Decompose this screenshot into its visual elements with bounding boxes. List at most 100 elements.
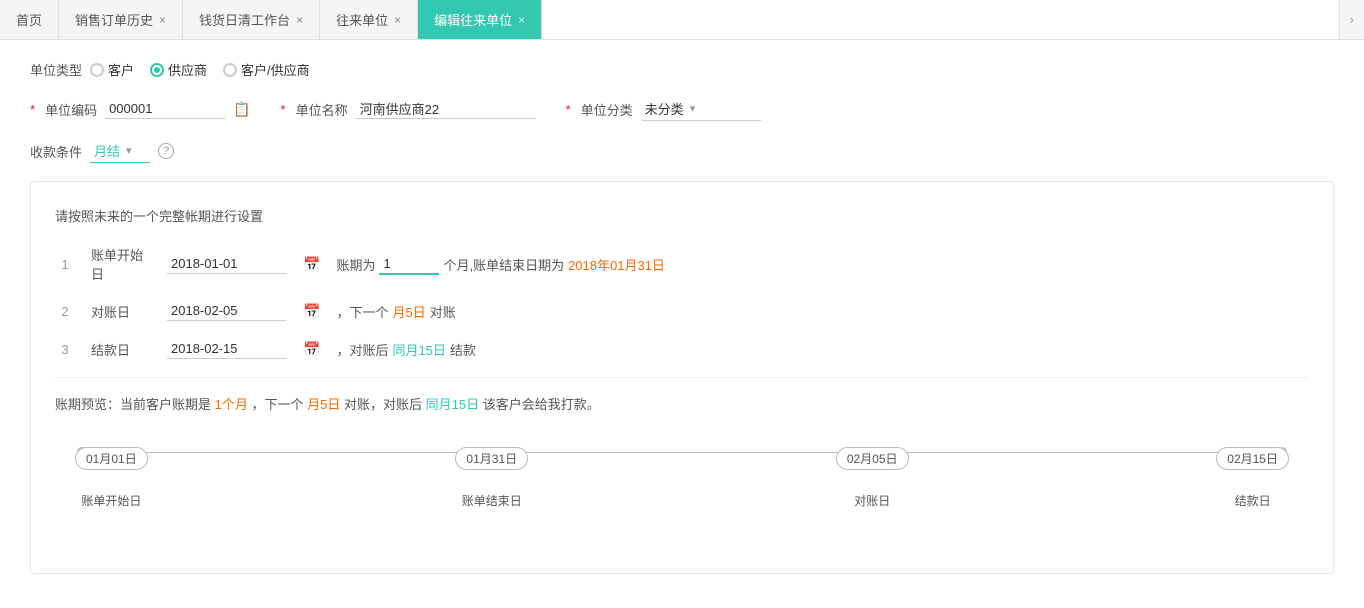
tab-edit-partner[interactable]: 编辑往来单位 × — [418, 0, 542, 39]
tab-cash-workbench[interactable]: 钱货日清工作台 × — [183, 0, 320, 39]
payment-terms-row: 收款条件 月结 ▾ ? — [30, 139, 1334, 163]
preview-text2: 对账，对账后 — [344, 397, 422, 412]
preview-highlight2: 月5日 — [307, 397, 340, 412]
unit-category-select[interactable]: 未分类 ▾ — [641, 97, 761, 121]
step-1-period-unit: 个月,账单结束日期为 — [443, 255, 564, 274]
radio-supplier-circle — [150, 63, 164, 77]
chevron-right-icon: › — [1350, 12, 1354, 27]
panel-hint: 请按照未来的一个完整帐期进行设置 — [55, 206, 1309, 225]
radio-both-circle — [223, 63, 237, 77]
step-1-period-label: 账期为 — [336, 255, 375, 274]
unit-info-row: * 单位编码 📋 * 单位名称 * 单位分类 未分类 ▾ — [30, 97, 1334, 121]
step-row-2: 2 对账日 📅 ，下一个 月5日 对账 — [55, 301, 1309, 321]
step-3-highlight: 同月15日 — [392, 340, 445, 359]
tab-sales-order-history[interactable]: 销售订单历史 × — [59, 0, 183, 39]
step-1-end-date: 2018年01月31日 — [568, 255, 665, 274]
unit-type-field: 单位类型 客户 供应商 客户/供应商 — [30, 60, 310, 79]
step-3-desc-prefix: ，对账后 — [336, 340, 388, 359]
step-1-desc: 账期为 个月,账单结束日期为 2018年01月31日 — [336, 254, 664, 275]
radio-supplier[interactable]: 供应商 — [150, 60, 207, 79]
close-tab-partner-units[interactable]: × — [394, 13, 401, 27]
tab-home[interactable]: 首页 — [0, 0, 59, 39]
unit-name-field: * 单位名称 — [281, 99, 536, 119]
radio-supplier-label: 供应商 — [168, 60, 207, 79]
unit-category-chevron: ▾ — [690, 102, 696, 115]
close-tab-edit-partner[interactable]: × — [518, 13, 525, 27]
unit-type-label: 单位类型 — [30, 60, 82, 79]
step-2-desc-suffix: 对账 — [430, 302, 456, 321]
node-2-date: 01月31日 — [455, 447, 528, 470]
unit-name-label: 单位名称 — [296, 100, 348, 119]
period-input[interactable] — [379, 254, 439, 275]
preview-text: 账期预览：当前客户账期是 1个月 ，下一个 月5日 对账，对账后 同月15日 该… — [55, 394, 1309, 413]
step-3-desc: ，对账后 同月15日 结款 — [336, 340, 476, 359]
close-tab-cash-workbench[interactable]: × — [296, 13, 303, 27]
step-3-date-input[interactable] — [167, 339, 287, 359]
step-2-date-input[interactable] — [167, 301, 287, 321]
close-tab-sales-order-history[interactable]: × — [159, 13, 166, 27]
preview-highlight1: 1个月 — [215, 397, 248, 412]
preview-label: 账期预览：当前客户账期是 — [55, 397, 211, 412]
unit-code-label: 单位编码 — [45, 100, 97, 119]
node-4-date: 02月15日 — [1216, 447, 1289, 470]
unit-category-label: 单位分类 — [581, 100, 633, 119]
unit-name-input[interactable] — [356, 99, 536, 119]
step-row-1: 1 账单开始日 📅 账期为 个月,账单结束日期为 2018年01月31日 — [55, 245, 1309, 283]
radio-customer[interactable]: 客户 — [90, 60, 134, 79]
main-content: 单位类型 客户 供应商 客户/供应商 * 单位编码 — [0, 40, 1364, 608]
payment-terms-select[interactable]: 月结 ▾ — [90, 139, 150, 163]
radio-customer-circle — [90, 63, 104, 77]
timeline-container: 01月01日 账单开始日 01月31日 账单结束日 02月05日 对账 — [55, 433, 1309, 549]
unit-name-required: * — [281, 102, 286, 117]
timeline-node-3: 02月05日 对账日 — [836, 447, 909, 509]
step-3-cal-icon[interactable]: 📅 — [303, 341, 320, 358]
payment-terms-label: 收款条件 — [30, 142, 82, 161]
timeline-node-2: 01月31日 账单结束日 — [455, 447, 528, 509]
step-2-desc: ，下一个 月5日 对账 — [336, 302, 455, 321]
step-1-date-input[interactable] — [167, 254, 287, 274]
unit-type-row: 单位类型 客户 供应商 客户/供应商 — [30, 60, 1334, 79]
node-4-label: 结款日 — [1235, 492, 1271, 509]
node-3-date: 02月05日 — [836, 447, 909, 470]
radio-both-label: 客户/供应商 — [241, 60, 310, 79]
tabs-scroll-arrow[interactable]: › — [1339, 0, 1364, 39]
step-label-2: 对账日 — [91, 302, 151, 321]
unit-type-radio-group: 客户 供应商 客户/供应商 — [90, 60, 310, 79]
help-icon[interactable]: ? — [158, 143, 174, 159]
unit-category-value: 未分类 — [645, 99, 684, 118]
node-1-date: 01月01日 — [75, 447, 148, 470]
unit-code-required: * — [30, 102, 35, 117]
step-row-3: 3 结款日 📅 ，对账后 同月15日 结款 — [55, 339, 1309, 359]
unit-code-input[interactable] — [105, 99, 225, 119]
payment-terms-field: 收款条件 月结 ▾ ? — [30, 139, 174, 163]
step-2-desc-prefix: ，下一个 — [336, 302, 388, 321]
settings-panel: 请按照未来的一个完整帐期进行设置 1 账单开始日 📅 账期为 个月,账单结束日期… — [30, 181, 1334, 574]
radio-both[interactable]: 客户/供应商 — [223, 60, 310, 79]
payment-terms-value: 月结 — [94, 141, 120, 160]
step-3-desc-suffix: 结款 — [450, 340, 476, 359]
step-2-cal-icon[interactable]: 📅 — [303, 303, 320, 320]
tab-partner-units[interactable]: 往来单位 × — [320, 0, 418, 39]
preview-text3: 该客户会给我打款。 — [483, 397, 600, 412]
radio-customer-label: 客户 — [108, 60, 134, 79]
step-2-highlight: 月5日 — [392, 302, 425, 321]
node-3-label: 对账日 — [854, 492, 890, 509]
unit-category-field: * 单位分类 未分类 ▾ — [566, 97, 761, 121]
step-label-1: 账单开始日 — [91, 245, 151, 283]
timeline-node-4: 02月15日 结款日 — [1216, 447, 1289, 509]
step-num-1: 1 — [55, 257, 75, 272]
preview-text1: ，下一个 — [252, 397, 304, 412]
node-2-label: 账单结束日 — [462, 492, 522, 509]
node-1-label: 账单开始日 — [81, 492, 141, 509]
unit-category-required: * — [566, 102, 571, 117]
step-1-cal-icon[interactable]: 📅 — [303, 256, 320, 273]
step-num-2: 2 — [55, 304, 75, 319]
timeline-nodes: 01月01日 账单开始日 01月31日 账单结束日 02月05日 对账 — [75, 447, 1289, 509]
unit-code-icon[interactable]: 📋 — [233, 101, 250, 118]
preview-highlight3: 同月15日 — [426, 397, 479, 412]
unit-code-field: * 单位编码 📋 — [30, 99, 251, 119]
preview-section: 账期预览：当前客户账期是 1个月 ，下一个 月5日 对账，对账后 同月15日 该… — [55, 377, 1309, 549]
step-num-3: 3 — [55, 342, 75, 357]
timeline-node-1: 01月01日 账单开始日 — [75, 447, 148, 509]
payment-terms-chevron: ▾ — [126, 144, 132, 157]
